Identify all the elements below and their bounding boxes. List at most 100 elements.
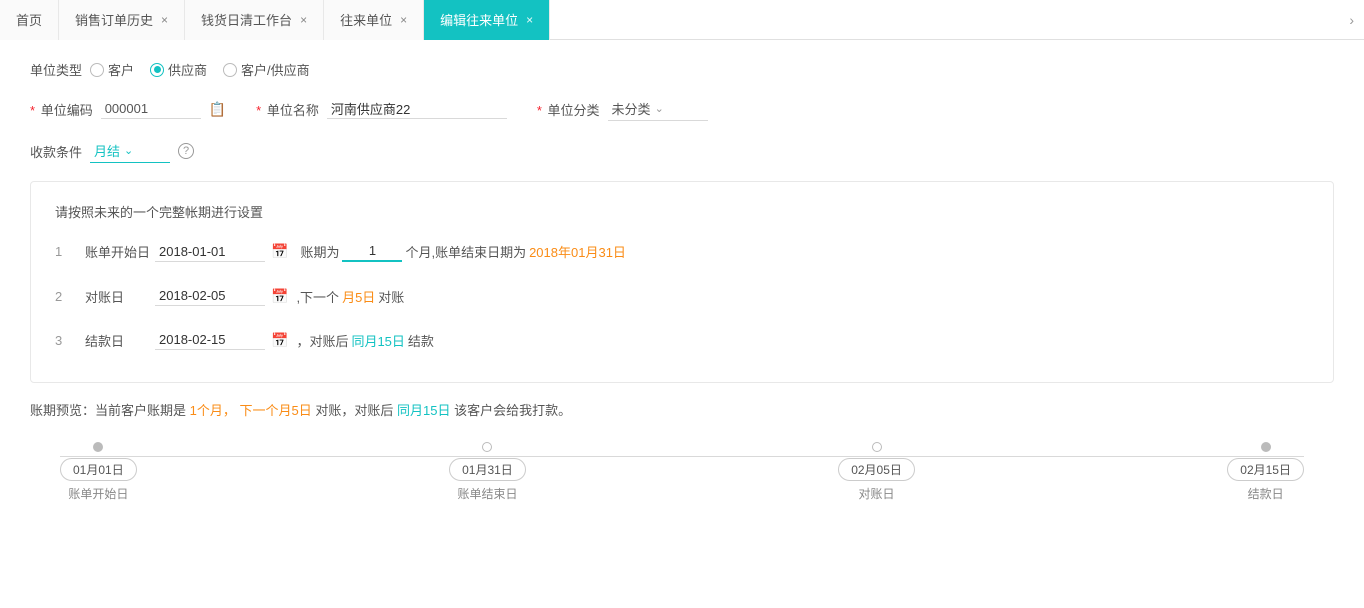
row-label-1: 账单开始日 (85, 242, 155, 261)
setting-row-3: 3 结款日 📅 ，对账后 同月15日 结款 (55, 330, 1309, 350)
preview-part5: 该客户会给我打款。 (454, 403, 571, 418)
unit-code-input[interactable] (101, 99, 201, 119)
row-label-2: 对账日 (85, 287, 155, 306)
tab-edit-partner-label: 编辑往来单位 (440, 10, 518, 29)
row-num-3: 3 (55, 333, 85, 348)
row-label-3: 结款日 (85, 331, 155, 350)
tab-cash-work-close[interactable]: × (300, 13, 307, 27)
unit-info-row: * 单位编码 📋 * 单位名称 * 单位分类 未分类 ⌄ (30, 97, 1334, 121)
tl-point-end: 01月31日 账单结束日 (449, 442, 526, 502)
tab-sales-history-close[interactable]: × (161, 13, 168, 27)
unit-code-copy-icon[interactable]: 📋 (209, 101, 226, 118)
pay-date-input[interactable] (155, 330, 265, 350)
unit-code-group: * 单位编码 📋 (30, 99, 226, 119)
tab-home-label: 首页 (16, 10, 42, 29)
radio-both[interactable]: 客户/供应商 (223, 60, 310, 79)
tab-sales-history[interactable]: 销售订单历史 × (59, 0, 185, 40)
tl-label-end: 账单结束日 (457, 485, 517, 502)
setting-row-2: 2 对账日 📅 ,下一个 月5日 对账 (55, 286, 1309, 306)
tl-badge-end: 01月31日 (449, 458, 526, 481)
tabs-bar: 首页 销售订单历史 × 钱货日清工作台 × 往来单位 × 编辑往来单位 × › (0, 0, 1364, 40)
period-input[interactable] (342, 241, 402, 262)
preview-text: 账期预览：当前客户账期是 1个月， 下一个月5日 对账，对账后 同月15日 该客… (30, 399, 1334, 422)
tl-badge-start: 01月01日 (60, 458, 137, 481)
required-star-class: * (537, 103, 542, 118)
timeline-wrapper: 01月01日 账单开始日 01月31日 账单结束日 02月05日 对账日 02月… (30, 442, 1334, 542)
unit-name-group: * 单位名称 (256, 99, 507, 119)
radio-both-circle (223, 63, 237, 77)
unit-type-label: 单位类型 (30, 60, 82, 79)
unit-class-chevron-icon: ⌄ (655, 102, 664, 115)
tl-point-pay: 02月15日 结款日 (1227, 442, 1304, 502)
unit-class-select[interactable]: 未分类 ⌄ (608, 97, 708, 121)
period-unit: 个月,账单结束日期为 (405, 242, 526, 261)
collect-select[interactable]: 月结 ⌄ (90, 139, 170, 163)
unit-name-label: * 单位名称 (256, 100, 319, 119)
radio-group: 客户 供应商 客户/供应商 (90, 60, 310, 79)
check-date-cal-icon[interactable]: 📅 (271, 288, 288, 305)
collect-value: 月结 (94, 141, 120, 160)
tab-home[interactable]: 首页 (0, 0, 59, 40)
unit-type-row: 单位类型 客户 供应商 客户/供应商 (30, 60, 1334, 79)
tl-dot-start (93, 442, 103, 452)
period-label: 账期为 (300, 242, 339, 261)
unit-class-label: * 单位分类 (537, 100, 600, 119)
tl-dot-check (872, 442, 882, 452)
check-suffix: 对账 (378, 287, 404, 306)
tab-edit-partner[interactable]: 编辑往来单位 × (424, 0, 550, 40)
unit-code-label: * 单位编码 (30, 100, 93, 119)
start-date-cal-icon[interactable]: 📅 (271, 243, 288, 260)
radio-supplier[interactable]: 供应商 (150, 60, 207, 79)
preview-part2: 下一个月5日 (240, 403, 312, 418)
check-highlight: 月5日 (342, 287, 375, 306)
required-star-code: * (30, 103, 35, 118)
collect-chevron-icon: ⌄ (124, 144, 133, 157)
tab-edit-partner-close[interactable]: × (526, 13, 533, 27)
radio-supplier-circle (150, 63, 164, 77)
radio-both-label: 客户/供应商 (241, 60, 310, 79)
row-3-suffix: ，对账后 同月15日 结款 (296, 331, 434, 350)
preview-part1: 1个月， (190, 403, 236, 418)
check-date-input[interactable] (155, 286, 265, 306)
tab-cash-work[interactable]: 钱货日清工作台 × (185, 0, 324, 40)
pay-date-cal-icon[interactable]: 📅 (271, 332, 288, 349)
period-end-date: 2018年01月31日 (529, 242, 626, 261)
tab-cash-work-label: 钱货日清工作台 (201, 10, 292, 29)
timeline-points: 01月01日 账单开始日 01月31日 账单结束日 02月05日 对账日 02月… (60, 442, 1304, 502)
help-icon[interactable]: ? (178, 143, 194, 159)
tl-dot-end (482, 442, 492, 452)
radio-supplier-label: 供应商 (168, 60, 207, 79)
collect-row: 收款条件 月结 ⌄ ? (30, 139, 1334, 163)
tab-partner-close[interactable]: × (400, 13, 407, 27)
collect-label: 收款条件 (30, 142, 82, 161)
row-1-suffix: 账期为 个月,账单结束日期为 2018年01月31日 (300, 241, 625, 262)
pay-suffix: 结款 (408, 331, 434, 350)
tab-sales-history-label: 销售订单历史 (75, 10, 153, 29)
tl-label-pay: 结款日 (1248, 485, 1284, 502)
tl-badge-pay: 02月15日 (1227, 458, 1304, 481)
preview-part4: 同月15日 (397, 403, 450, 418)
check-prefix: ,下一个 (296, 287, 339, 306)
page-content: 单位类型 客户 供应商 客户/供应商 * 单位编码 (0, 40, 1364, 608)
settings-box: 请按照未来的一个完整帐期进行设置 1 账单开始日 📅 账期为 个月,账单结束日期… (30, 181, 1334, 383)
tl-label-start: 账单开始日 (68, 485, 128, 502)
radio-customer[interactable]: 客户 (90, 60, 134, 79)
pay-highlight: 同月15日 (351, 331, 404, 350)
preview-label: 账期预览：当前客户账期是 (30, 403, 186, 418)
tab-partner-label: 往来单位 (340, 10, 392, 29)
required-star-name: * (256, 103, 261, 118)
tab-partner[interactable]: 往来单位 × (324, 0, 424, 40)
tabs-scroll-arrow[interactable]: › (1339, 12, 1364, 28)
settings-title: 请按照未来的一个完整帐期进行设置 (55, 202, 1309, 221)
unit-class-value: 未分类 (612, 99, 651, 118)
row-2-suffix: ,下一个 月5日 对账 (296, 287, 404, 306)
pay-prefix: ，对账后 (296, 331, 348, 350)
tl-badge-check: 02月05日 (838, 458, 915, 481)
unit-class-group: * 单位分类 未分类 ⌄ (537, 97, 708, 121)
tl-label-check: 对账日 (859, 485, 895, 502)
radio-customer-circle (90, 63, 104, 77)
start-date-input[interactable] (155, 242, 265, 262)
unit-name-input[interactable] (327, 99, 507, 119)
row-num-1: 1 (55, 244, 85, 259)
unit-type-group: 单位类型 客户 供应商 客户/供应商 (30, 60, 310, 79)
